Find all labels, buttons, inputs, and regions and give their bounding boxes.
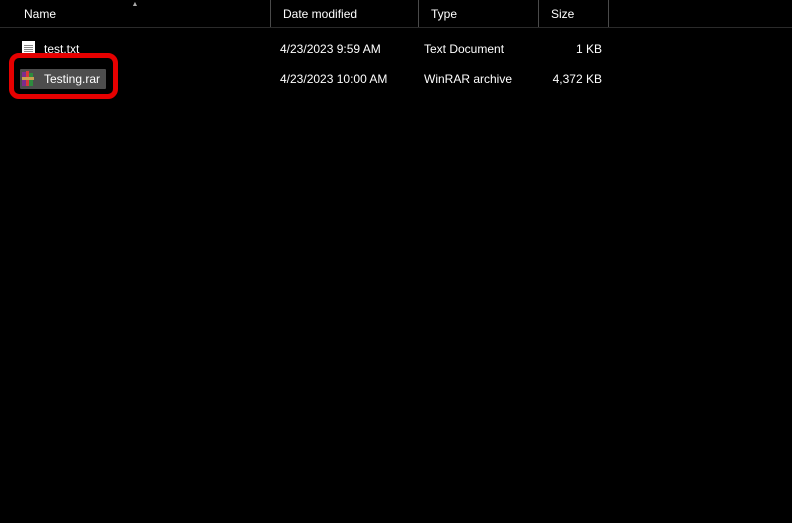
- column-type-label: Type: [431, 7, 457, 21]
- file-type-cell: WinRAR archive: [418, 64, 538, 94]
- column-header-size[interactable]: Size: [538, 0, 608, 27]
- column-header-end: [608, 0, 629, 27]
- file-type-cell: Text Document: [418, 34, 538, 64]
- file-size-cell: 4,372 KB: [538, 64, 608, 94]
- column-header-name[interactable]: Name ▲: [0, 0, 270, 27]
- file-row[interactable]: test.txt 4/23/2023 9:59 AM Text Document…: [0, 34, 792, 64]
- file-date-cell: 4/23/2023 9:59 AM: [270, 34, 418, 64]
- column-header-type[interactable]: Type: [418, 0, 538, 27]
- column-size-label: Size: [551, 7, 574, 21]
- column-headers: Name ▲ Date modified Type Size: [0, 0, 792, 28]
- file-size-cell: 1 KB: [538, 34, 608, 64]
- rar-archive-icon: [22, 71, 38, 87]
- file-date-cell: 4/23/2023 10:00 AM: [270, 64, 418, 94]
- column-name-label: Name: [24, 7, 56, 21]
- file-name: test.txt: [44, 42, 79, 56]
- file-list: test.txt 4/23/2023 9:59 AM Text Document…: [0, 28, 792, 94]
- text-file-icon: [20, 41, 36, 57]
- selected-file-highlight: Testing.rar: [20, 69, 106, 89]
- file-name-cell: Testing.rar: [0, 64, 270, 94]
- file-name: Testing.rar: [44, 72, 100, 86]
- column-header-date[interactable]: Date modified: [270, 0, 418, 27]
- column-date-label: Date modified: [283, 7, 357, 21]
- file-name-cell: test.txt: [0, 34, 270, 64]
- sort-ascending-icon: ▲: [132, 1, 139, 8]
- file-row[interactable]: Testing.rar 4/23/2023 10:00 AM WinRAR ar…: [0, 64, 792, 94]
